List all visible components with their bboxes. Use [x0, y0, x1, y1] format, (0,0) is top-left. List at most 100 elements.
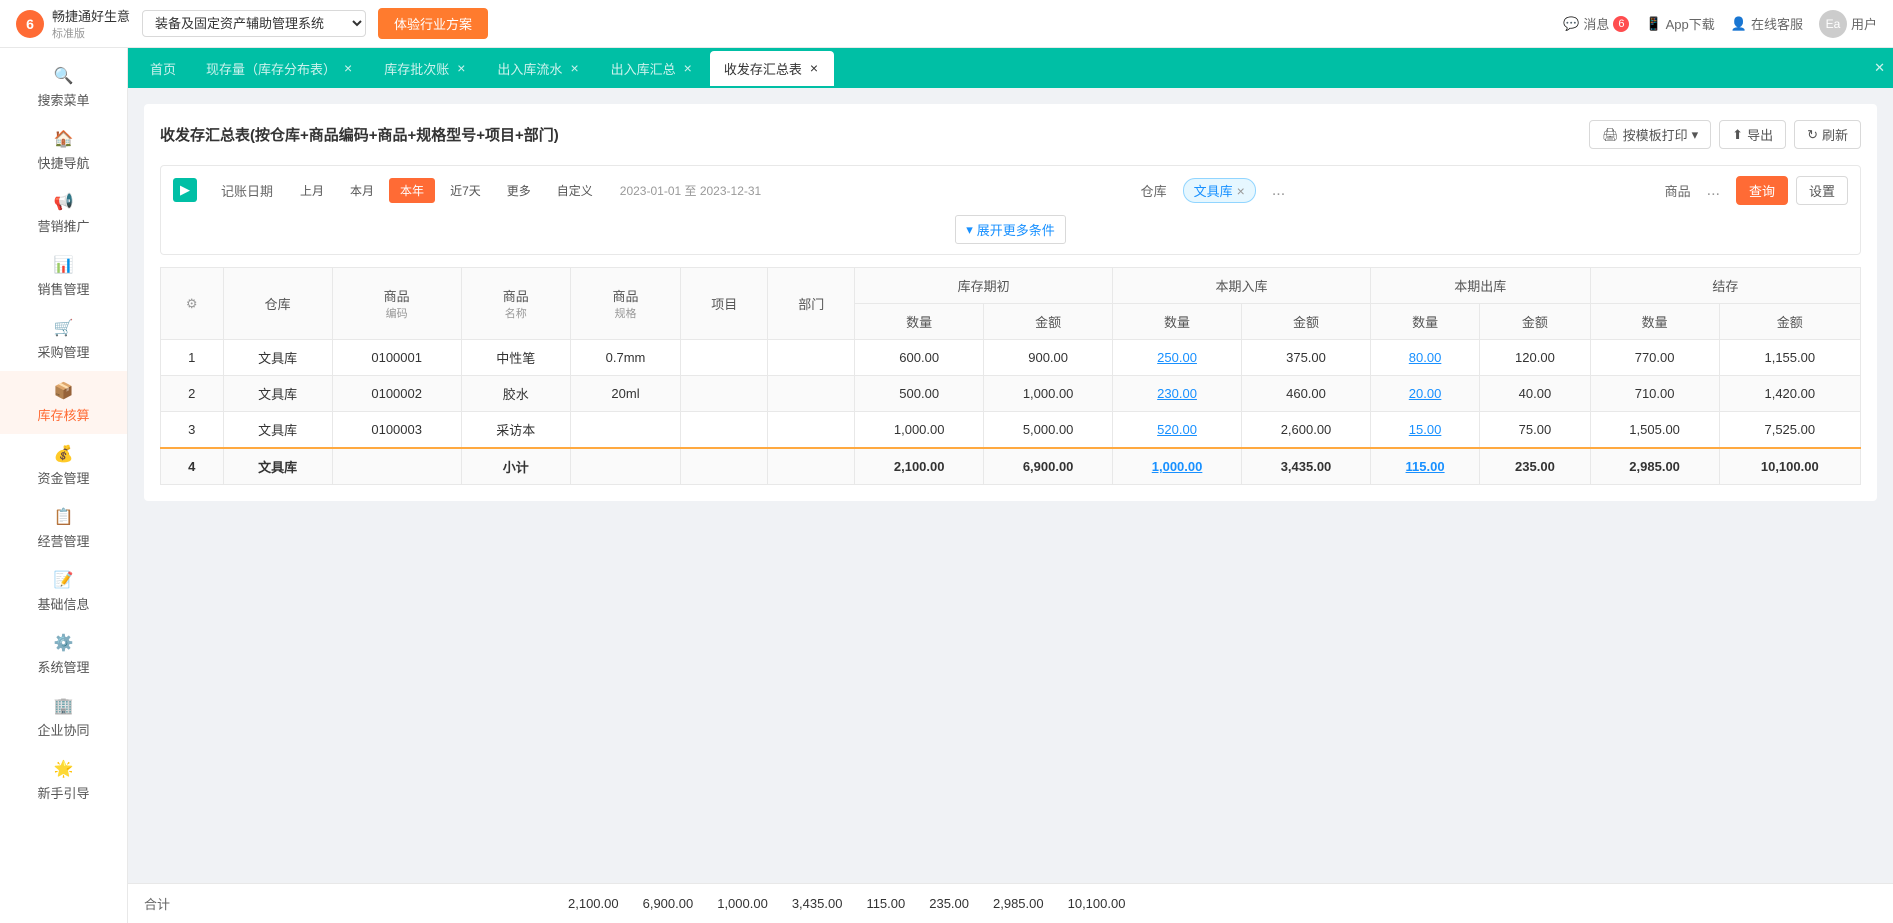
date-btn-this-year[interactable]: 本年 — [389, 178, 435, 203]
page-title: 收发存汇总表(按仓库+商品编码+商品+规格型号+项目+部门) — [160, 124, 559, 145]
footer-spacer2 — [316, 892, 396, 915]
sidebar-item-basic[interactable]: 📝 基础信息 — [0, 560, 127, 623]
query-button[interactable]: 查询 — [1736, 176, 1788, 205]
sidebar-item-guide[interactable]: 🌟 新手引导 — [0, 749, 127, 812]
cell-out-qty[interactable]: 80.00 — [1370, 340, 1479, 376]
cell-warehouse: 文具库 — [223, 448, 332, 485]
cell-open-amt: 5,000.00 — [984, 412, 1113, 449]
sidebar-item-sales[interactable]: 📊 销售管理 — [0, 245, 127, 308]
tab-batch[interactable]: 库存批次账 × — [370, 51, 481, 86]
date-btn-last-month[interactable]: 上月 — [289, 178, 335, 203]
online-service-button[interactable]: 👤 在线客服 — [1731, 14, 1803, 33]
col-in: 本期入库 — [1113, 268, 1371, 304]
col-in-qty: 数量 — [1113, 304, 1242, 340]
sidebar-item-search[interactable]: 🔍 搜索菜单 — [0, 56, 127, 119]
sales-icon: 📊 — [54, 255, 74, 275]
cell-in-qty[interactable]: 1,000.00 — [1113, 448, 1242, 485]
tab-recv-summary[interactable]: 收发存汇总表 × — [710, 51, 834, 86]
date-btn-more[interactable]: 更多 — [496, 178, 542, 203]
message-icon: 💬 — [1563, 16, 1579, 32]
user-menu[interactable]: Ea 用户 — [1819, 10, 1877, 38]
expand-more-button[interactable]: ▾ 展开更多条件 — [955, 215, 1066, 244]
cell-department — [768, 448, 855, 485]
message-badge: 6 — [1613, 16, 1629, 32]
footer-open-amt: 6,900.00 — [631, 892, 706, 915]
operations-icon: 📋 — [54, 507, 74, 527]
footer-spacer — [236, 892, 316, 915]
enterprise-icon: 🏢 — [54, 696, 74, 716]
sidebar-item-operations[interactable]: 📋 经营管理 — [0, 497, 127, 560]
tab-inventory[interactable]: 现存量（库存分布表） × — [192, 51, 368, 86]
sidebar-item-system[interactable]: ⚙️ 系统管理 — [0, 623, 127, 686]
cell-in-qty[interactable]: 250.00 — [1113, 340, 1242, 376]
cell-close-qty: 710.00 — [1590, 376, 1719, 412]
cell-close-qty: 2,985.00 — [1590, 448, 1719, 485]
cell-in-qty[interactable]: 520.00 — [1113, 412, 1242, 449]
sidebar-item-marketing[interactable]: 📢 营销推广 — [0, 182, 127, 245]
message-button[interactable]: 💬 消息 6 — [1563, 14, 1629, 33]
col-out-amt: 金额 — [1480, 304, 1590, 340]
print-icon: 🖨 — [1602, 127, 1619, 143]
sidebar-item-inventory[interactable]: 📦 库存核算 — [0, 371, 127, 434]
tab-inout-flow[interactable]: 出入库流水 × — [483, 51, 594, 86]
tab-close-recv-summary[interactable]: × — [808, 60, 820, 76]
cell-close-amt: 10,100.00 — [1719, 448, 1860, 485]
date-btn-this-month[interactable]: 本月 — [339, 178, 385, 203]
sidebar-item-quick[interactable]: 🏠 快捷导航 — [0, 119, 127, 182]
sidebar-item-enterprise[interactable]: 🏢 企业协同 — [0, 686, 127, 749]
tab-close-inventory[interactable]: × — [342, 60, 354, 76]
warehouse-more-button[interactable]: ... — [1272, 182, 1285, 200]
print-button[interactable]: 🖨 按模板打印 ▾ — [1589, 120, 1711, 149]
warehouse-tag-close[interactable]: × — [1237, 183, 1245, 199]
page-title-row: 收发存汇总表(按仓库+商品编码+商品+规格型号+项目+部门) 🖨 按模板打印 ▾… — [160, 120, 1861, 149]
tab-home[interactable]: 首页 — [136, 51, 190, 86]
title-actions: 🖨 按模板打印 ▾ ⬆ 导出 ↻ 刷新 — [1589, 120, 1861, 149]
finance-icon: 💰 — [54, 444, 74, 464]
cell-goods-name: 小计 — [461, 448, 570, 485]
cell-out-qty[interactable]: 15.00 — [1370, 412, 1479, 449]
cell-in-qty[interactable]: 230.00 — [1113, 376, 1242, 412]
trial-button[interactable]: 体验行业方案 — [378, 8, 488, 39]
main-layout: 🔍 搜索菜单 🏠 快捷导航 📢 营销推广 📊 销售管理 🛒 采购管理 📦 库存核… — [0, 48, 1893, 923]
search-icon: 🔍 — [54, 66, 74, 86]
cell-index: 3 — [161, 412, 224, 449]
cell-out-qty[interactable]: 20.00 — [1370, 376, 1479, 412]
sidebar-item-purchase[interactable]: 🛒 采购管理 — [0, 308, 127, 371]
cell-open-qty: 1,000.00 — [855, 412, 984, 449]
date-btn-7days[interactable]: 近7天 — [439, 178, 492, 203]
system-selector[interactable]: 装备及固定资产辅助管理系统 — [142, 10, 366, 37]
tab-inout-summary[interactable]: 出入库汇总 × — [597, 51, 708, 86]
cell-close-amt: 1,155.00 — [1719, 340, 1860, 376]
tab-close-batch[interactable]: × — [455, 60, 467, 76]
export-icon: ⬆ — [1732, 127, 1743, 143]
cell-index: 1 — [161, 340, 224, 376]
goods-more-button[interactable]: ... — [1707, 182, 1720, 200]
filter-collapse-button[interactable]: ▶ — [173, 178, 197, 202]
app-download-button[interactable]: 📱 App下载 — [1645, 14, 1714, 33]
footer-spacer3 — [396, 892, 476, 915]
footer-totals: 2,100.00 6,900.00 1,000.00 3,435.00 115.… — [236, 892, 1877, 915]
table-container: ⚙ 仓库 商品编码 商品名称 商品规格 项目 部门 库存期初 本期入库 本期出 — [160, 267, 1861, 485]
settings-filter-button[interactable]: 设置 — [1796, 176, 1848, 205]
table-settings-icon[interactable]: ⚙ — [186, 296, 198, 311]
close-all-tabs[interactable]: ✕ — [1874, 60, 1885, 76]
cell-project — [681, 340, 768, 376]
footer-close-amt: 10,100.00 — [1056, 892, 1138, 915]
cell-in-amt: 3,435.00 — [1242, 448, 1371, 485]
cell-index: 2 — [161, 376, 224, 412]
date-btn-custom[interactable]: 自定义 — [546, 178, 604, 203]
cell-open-qty: 2,100.00 — [855, 448, 984, 485]
col-project: 项目 — [681, 268, 768, 340]
tab-close-inout-flow[interactable]: × — [568, 60, 580, 76]
export-button[interactable]: ⬆ 导出 — [1719, 120, 1786, 149]
refresh-button[interactable]: ↻ 刷新 — [1794, 120, 1861, 149]
avatar: Ea — [1819, 10, 1847, 38]
sidebar-item-finance[interactable]: 💰 资金管理 — [0, 434, 127, 497]
cell-out-qty[interactable]: 115.00 — [1370, 448, 1479, 485]
cell-goods-spec: 0.7mm — [570, 340, 680, 376]
cell-close-qty: 770.00 — [1590, 340, 1719, 376]
cell-index: 4 — [161, 448, 224, 485]
col-close-amt: 金额 — [1719, 304, 1860, 340]
tab-close-inout-summary[interactable]: × — [682, 60, 694, 76]
col-open-amt: 金额 — [984, 304, 1113, 340]
